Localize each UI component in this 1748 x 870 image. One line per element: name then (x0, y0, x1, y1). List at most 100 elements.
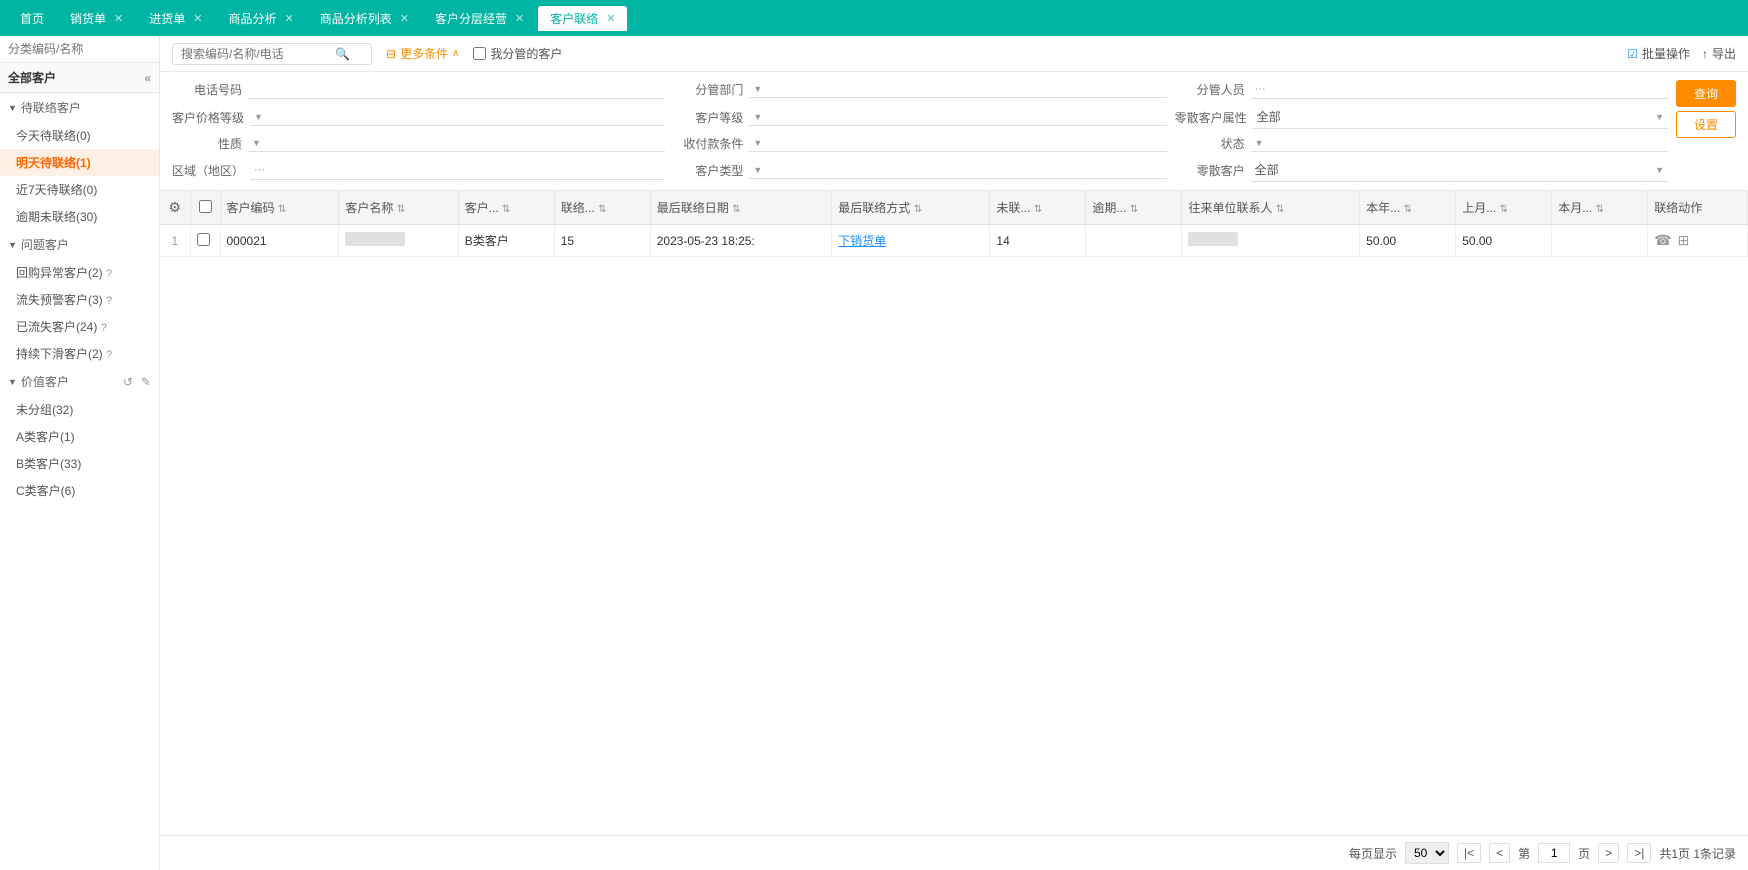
sort-last-contact-date-icon[interactable]: ⇅ (732, 204, 740, 215)
sidebar-group-pending[interactable]: 待联络客户 (0, 93, 159, 122)
last-page-btn[interactable]: >| (1627, 843, 1651, 863)
sort-name-icon[interactable]: ⇅ (397, 204, 405, 215)
nav-close-product-analysis[interactable]: ✕ (285, 12, 294, 25)
row-last-contact-link[interactable]: 下销货单 (838, 234, 886, 248)
sort-not-contact-icon[interactable]: ⇅ (1034, 204, 1042, 215)
filter-region-label: 区域（地区） (172, 162, 244, 179)
filter-status-label: 状态 (1175, 135, 1245, 152)
toolbar-search-input[interactable] (181, 47, 331, 61)
col-overdue: 逾期... ⇅ (1086, 191, 1182, 225)
filter-row-1: 电话号码 分管部门 分管人员 (172, 80, 1668, 99)
select-all-checkbox[interactable] (199, 200, 212, 213)
filter-phone-input[interactable] (248, 80, 665, 99)
nav-product-analysis-list[interactable]: 商品分析列表 ✕ (308, 6, 421, 31)
sidebar-item-overdue-pending[interactable]: 逾期未联络(30) (0, 203, 159, 230)
filter-status-select[interactable] (1251, 135, 1668, 152)
filter-payment-select[interactable] (749, 135, 1166, 152)
nav-customer-contact[interactable]: 客户联络 ✕ (538, 6, 627, 31)
toolbar-search-icon[interactable]: 🔍 (335, 47, 350, 61)
action-phone-icon[interactable]: ☎ (1654, 232, 1671, 249)
sort-last-contact-method-icon[interactable]: ⇅ (914, 204, 922, 215)
table-header-row: 客户编码 ⇅ 客户名称 ⇅ 客户... ⇅ 联络... (160, 191, 1748, 225)
collapse-icon[interactable] (144, 71, 151, 85)
my-customers-checkbox[interactable] (473, 47, 486, 60)
sidebar-group-problem[interactable]: 问题客户 (0, 230, 159, 259)
col-contact-person: 往来单位联系人 ⇅ (1182, 191, 1360, 225)
settings-button[interactable]: 设置 (1676, 111, 1736, 138)
sidebar-item-churn-warning[interactable]: 流失预警客户(3) ? (0, 286, 159, 313)
sidebar-item-class-c[interactable]: C类客户(6) (0, 477, 159, 504)
sort-overdue-icon[interactable]: ⇅ (1130, 204, 1138, 215)
nav-close-customer-contact[interactable]: ✕ (606, 12, 615, 25)
filter-person: 分管人员 (1175, 80, 1668, 99)
sidebar-item-abnormal-repurchase[interactable]: 回购异常客户(2) ? (0, 259, 159, 286)
sidebar-item-declining[interactable]: 持续下滑客户(2) ? (0, 340, 159, 367)
sidebar-item-tomorrow-pending[interactable]: 明天待联络(1) (0, 149, 159, 176)
col-last-contact-date: 最后联络日期 ⇅ (650, 191, 832, 225)
filter-region-select[interactable] (250, 161, 665, 180)
row-actions: ☎ ⊞ (1648, 225, 1748, 257)
filter-phone: 电话号码 (172, 80, 665, 99)
filter-retail-customer-select[interactable]: 全部 (1251, 158, 1668, 182)
nav-sales-order[interactable]: 销货单 ✕ (58, 6, 135, 31)
nav-home[interactable]: 首页 (8, 6, 56, 31)
action-menu-icon[interactable]: ⊞ (1678, 232, 1690, 249)
sort-contact-person-icon[interactable]: ⇅ (1276, 204, 1284, 215)
col-contact-count: 联络... ⇅ (554, 191, 650, 225)
nav-customer-stratification[interactable]: 客户分层经营 ✕ (423, 6, 536, 31)
sort-contact-count-icon[interactable]: ⇅ (598, 204, 606, 215)
more-conditions-btn[interactable]: ⊟ 更多条件 ∧ (380, 42, 465, 65)
export-btn[interactable]: ↑ 导出 (1702, 45, 1736, 62)
nav-close-purchase-order[interactable]: ✕ (193, 12, 202, 25)
query-button[interactable]: 查询 (1676, 80, 1736, 107)
sidebar-item-7days-pending[interactable]: 近7天待联络(0) (0, 176, 159, 203)
sort-this-year-icon[interactable]: ⇅ (1404, 204, 1412, 215)
filter-person-select[interactable] (1251, 80, 1668, 99)
nav-close-sales-order[interactable]: ✕ (114, 12, 123, 25)
filter-row-3: 性质 收付款条件 状态 (172, 135, 1668, 152)
filter-customer-type-select[interactable] (749, 162, 1166, 179)
page-number-input[interactable] (1538, 843, 1570, 863)
nav-close-product-analysis-list[interactable]: ✕ (400, 12, 409, 25)
sidebar-item-class-a[interactable]: A类客户(1) (0, 423, 159, 450)
next-page-btn[interactable]: > (1598, 843, 1619, 863)
sort-last-month-icon[interactable]: ⇅ (1500, 204, 1508, 215)
col-this-month: 本月... ⇅ (1552, 191, 1648, 225)
sidebar-group-value[interactable]: 价值客户 ↺ ✎ (0, 367, 159, 396)
first-page-btn[interactable]: |< (1457, 843, 1481, 863)
filter-nature-select[interactable] (248, 135, 665, 152)
prev-page-btn[interactable]: < (1489, 843, 1510, 863)
sidebar-search-input[interactable] (8, 42, 160, 56)
total-records: 共1页 1条记录 (1659, 845, 1736, 862)
page-suffix: 页 (1578, 845, 1590, 862)
row-checkbox[interactable] (197, 233, 210, 246)
sidebar-item-class-b[interactable]: B类客户(33) (0, 450, 159, 477)
sort-type-icon[interactable]: ⇅ (502, 204, 510, 215)
sidebar-all-customers[interactable]: 全部客户 (0, 63, 159, 93)
filter-person-label: 分管人员 (1175, 81, 1245, 98)
sort-code-icon[interactable]: ⇅ (278, 204, 286, 215)
nav-product-analysis[interactable]: 商品分析 ✕ (216, 6, 305, 31)
row-name-masked (345, 232, 405, 246)
sidebar-item-ungrouped[interactable]: 未分组(32) (0, 396, 159, 423)
filter-customer-type-label: 客户类型 (673, 162, 743, 179)
my-customers-checkbox-label[interactable]: 我分管的客户 (473, 45, 562, 62)
customer-table: 客户编码 ⇅ 客户名称 ⇅ 客户... ⇅ 联络... (160, 191, 1748, 257)
sidebar-item-today-pending[interactable]: 今天待联络(0) (0, 122, 159, 149)
batch-operation-btn[interactable]: ☑ 批量操作 (1627, 45, 1690, 62)
sidebar-item-churned[interactable]: 已流失客户(24) ? (0, 313, 159, 340)
filter-panel: 电话号码 分管部门 分管人员 (160, 72, 1748, 191)
row-contact-count: 15 (554, 225, 650, 257)
row-this-year: 50.00 (1360, 225, 1456, 257)
filter-retail-attr-select[interactable]: 全部 (1253, 105, 1668, 129)
sort-this-month-icon[interactable]: ⇅ (1596, 204, 1604, 215)
filter-dept-select[interactable] (749, 81, 1166, 98)
col-actions: 联络动作 (1648, 191, 1748, 225)
filter-price-level-select[interactable] (250, 109, 665, 126)
nav-purchase-order[interactable]: 进货单 ✕ (137, 6, 214, 31)
per-page-select[interactable]: 50 (1405, 842, 1449, 864)
table-container: 客户编码 ⇅ 客户名称 ⇅ 客户... ⇅ 联络... (160, 191, 1748, 835)
nav-close-customer-stratification[interactable]: ✕ (515, 12, 524, 25)
filter-customer-level-select[interactable] (749, 109, 1166, 126)
gear-icon[interactable] (168, 201, 181, 215)
